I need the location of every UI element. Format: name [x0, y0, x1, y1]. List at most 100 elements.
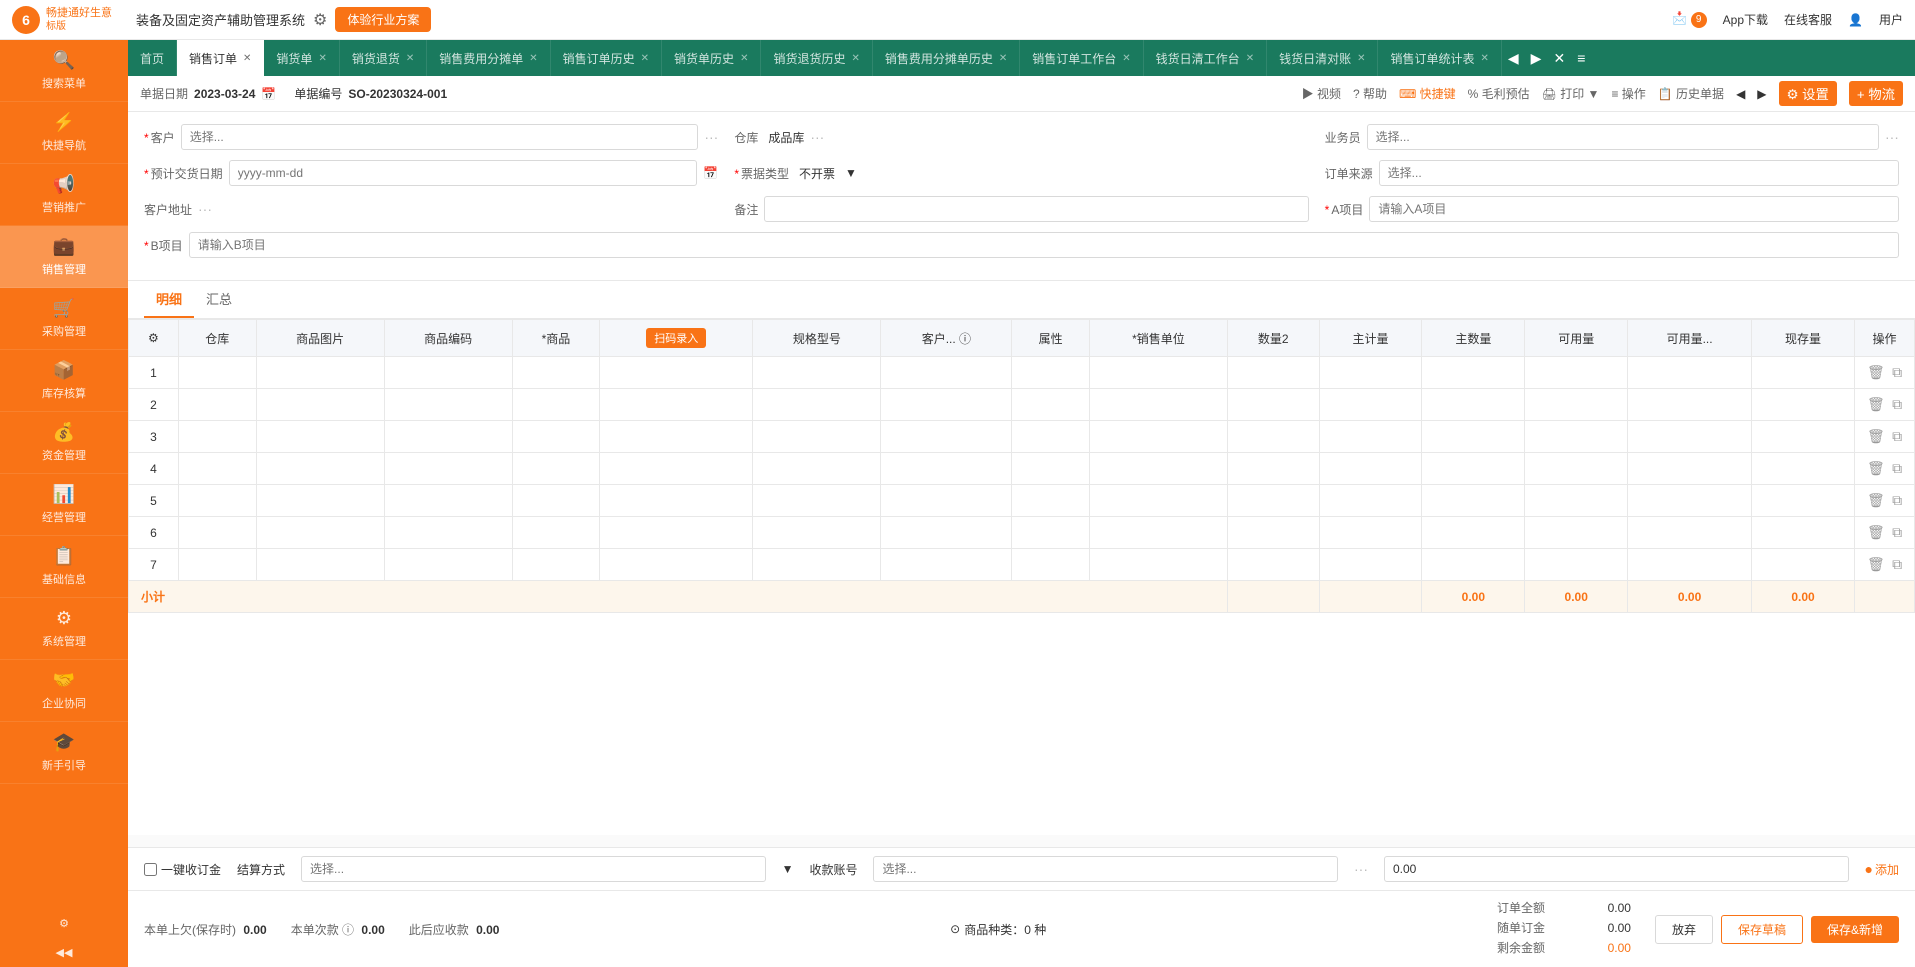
row-copy-button[interactable]: ⧉ [1890, 394, 1904, 415]
history-btn[interactable]: 📋 历史单据 [1658, 85, 1724, 102]
tab-detail[interactable]: 明细 [144, 281, 194, 318]
tab-close-icon[interactable]: ✕ [1122, 53, 1130, 64]
row-customer-code[interactable] [881, 357, 1012, 389]
sidebar-item-marketing[interactable]: 📢 营销推广 [0, 164, 128, 226]
row-product[interactable] [512, 389, 599, 421]
username[interactable]: 用户 [1879, 11, 1903, 28]
row-copy-button[interactable]: ⧉ [1890, 490, 1904, 511]
sidebar-item-purchase[interactable]: 🛒 采购管理 [0, 288, 128, 350]
tab-close-icon[interactable]: ✕ [641, 53, 649, 64]
horizontal-scrollbar[interactable] [128, 835, 1915, 847]
row-warehouse[interactable] [178, 357, 256, 389]
tab-order-workbench[interactable]: 销售订单工作台 ✕ [1020, 40, 1143, 76]
customer-input[interactable] [181, 124, 699, 150]
tab-return-history[interactable]: 销货退货历史 ✕ [761, 40, 872, 76]
tab-sales-order[interactable]: 销售订单 ✕ [177, 40, 264, 76]
sidebar-item-inventory[interactable]: 📦 库存核算 [0, 350, 128, 412]
row-qty2[interactable] [1227, 357, 1319, 389]
row-copy-button[interactable]: ⧉ [1890, 362, 1904, 383]
tab-daily-reconcile[interactable]: 钱货日清对账 ✕ [1267, 40, 1378, 76]
profit-btn[interactable]: % 毛利预估 [1468, 85, 1530, 102]
row-delete-button[interactable]: 🗑 [1865, 554, 1887, 575]
tab-close-all-button[interactable]: ✕ [1547, 40, 1571, 76]
row-product[interactable] [512, 357, 599, 389]
save-draft-button[interactable]: 保存草稿 [1721, 915, 1803, 944]
tab-prev-button[interactable]: ◀ [1502, 40, 1525, 76]
one-click-checkbox-label[interactable]: 一键收订金 [144, 861, 221, 878]
video-btn[interactable]: ▶ 视频 [1302, 85, 1341, 102]
goods-count-icon[interactable]: ⊙ [950, 922, 960, 936]
row-warehouse[interactable] [178, 389, 256, 421]
tab-close-icon[interactable]: ✕ [740, 53, 748, 64]
sidebar-item-business[interactable]: 📊 经营管理 [0, 474, 128, 536]
one-click-checkbox[interactable] [144, 863, 157, 876]
salesperson-dots[interactable]: ··· [1885, 129, 1899, 145]
tab-close-icon[interactable]: ✕ [1246, 53, 1254, 64]
a-project-input[interactable] [1369, 196, 1899, 222]
sidebar-item-sales[interactable]: 💼 销售管理 [0, 226, 128, 288]
gear-button[interactable]: ⚙ [313, 10, 327, 30]
expected-date-calendar-icon[interactable]: 📅 [703, 166, 718, 180]
sidebar-item-guide[interactable]: 🎓 新手引导 [0, 722, 128, 784]
row-delete-button[interactable]: 🗑 [1865, 362, 1887, 383]
tab-close-icon[interactable]: ✕ [1357, 53, 1365, 64]
salesperson-input[interactable] [1367, 124, 1879, 150]
online-service[interactable]: 在线客服 [1784, 11, 1832, 28]
help-btn[interactable]: ? 帮助 [1353, 85, 1387, 102]
tab-order-history[interactable]: 销售订单历史 ✕ [551, 40, 662, 76]
tab-close-icon[interactable]: ✕ [318, 53, 326, 64]
tab-daily-workbench[interactable]: 钱货日清工作台 ✕ [1144, 40, 1267, 76]
tab-expense-history[interactable]: 销售费用分摊单历史 ✕ [873, 40, 1020, 76]
add-button[interactable]: ● 添加 [1865, 861, 1899, 878]
row-copy-button[interactable]: ⧉ [1890, 554, 1904, 575]
sidebar-item-search[interactable]: 🔍 搜索菜单 [0, 40, 128, 102]
col-scan[interactable]: 扫码录入 [600, 320, 753, 357]
row-copy-button[interactable]: ⧉ [1890, 426, 1904, 447]
tab-summary[interactable]: 汇总 [194, 281, 244, 318]
row-delete-button[interactable]: 🗑 [1865, 522, 1887, 543]
tab-sales-return[interactable]: 销货退货 ✕ [340, 40, 427, 76]
notification-area[interactable]: 📩 9 [1672, 11, 1706, 28]
payment-input[interactable] [301, 856, 766, 882]
warehouse-dots[interactable]: ··· [810, 129, 824, 145]
tab-close-icon[interactable]: ✕ [1481, 53, 1489, 64]
row-copy-button[interactable]: ⧉ [1890, 458, 1904, 479]
bank-input[interactable] [873, 856, 1338, 882]
tab-close-icon[interactable]: ✕ [999, 53, 1007, 64]
scan-button[interactable]: 扫码录入 [646, 328, 706, 348]
row-delete-button[interactable]: 🗑 [1865, 490, 1887, 511]
tab-close-icon[interactable]: ✕ [529, 53, 537, 64]
row-unit[interactable] [1089, 357, 1227, 389]
calendar-icon[interactable]: 📅 [261, 87, 276, 101]
row-code[interactable] [384, 389, 512, 421]
row-main-qty[interactable] [1422, 357, 1525, 389]
sidebar-settings[interactable]: ⚙ [0, 909, 128, 938]
industry-button[interactable]: 体验行业方案 [335, 7, 431, 32]
operation-btn[interactable]: ≡ 操作 [1611, 85, 1645, 102]
tab-next-button[interactable]: ▶ [1525, 40, 1548, 76]
row-spec[interactable] [753, 357, 881, 389]
order-source-input[interactable] [1379, 160, 1899, 186]
bank-dots[interactable]: ··· [1354, 861, 1368, 877]
expected-date-input[interactable] [229, 160, 698, 186]
sidebar-item-system[interactable]: ⚙ 系统管理 [0, 598, 128, 660]
print-btn[interactable]: 🖨 打印 ▼ [1542, 85, 1600, 102]
row-delete-button[interactable]: 🗑 [1865, 426, 1887, 447]
save-new-button[interactable]: 保存&新增 [1811, 916, 1899, 943]
sidebar-item-shortcut[interactable]: ⚡ 快捷导航 [0, 102, 128, 164]
nav-prev-icon[interactable]: ◀ [1736, 87, 1745, 101]
shortcut-btn[interactable]: ⌨ 快捷键 [1399, 85, 1456, 102]
note-input[interactable] [764, 196, 1308, 222]
payment-dropdown-icon[interactable]: ▼ [782, 862, 794, 876]
tab-close-icon[interactable]: ✕ [851, 53, 859, 64]
discard-button[interactable]: 放弃 [1655, 915, 1713, 944]
tab-sales-slip[interactable]: 销货单 ✕ [264, 40, 339, 76]
invoice-dropdown-icon[interactable]: ▼ [845, 166, 857, 180]
tab-order-stats[interactable]: 销售订单统计表 ✕ [1378, 40, 1501, 76]
tab-expense-split[interactable]: 销售费用分摊单 ✕ [427, 40, 550, 76]
tab-slip-history[interactable]: 销货单历史 ✕ [662, 40, 761, 76]
settings-button[interactable]: ⚙ 设置 [1779, 81, 1837, 106]
row-code[interactable] [384, 357, 512, 389]
sidebar-collapse[interactable]: ◀◀ [0, 938, 128, 967]
row-attribute[interactable] [1012, 357, 1090, 389]
